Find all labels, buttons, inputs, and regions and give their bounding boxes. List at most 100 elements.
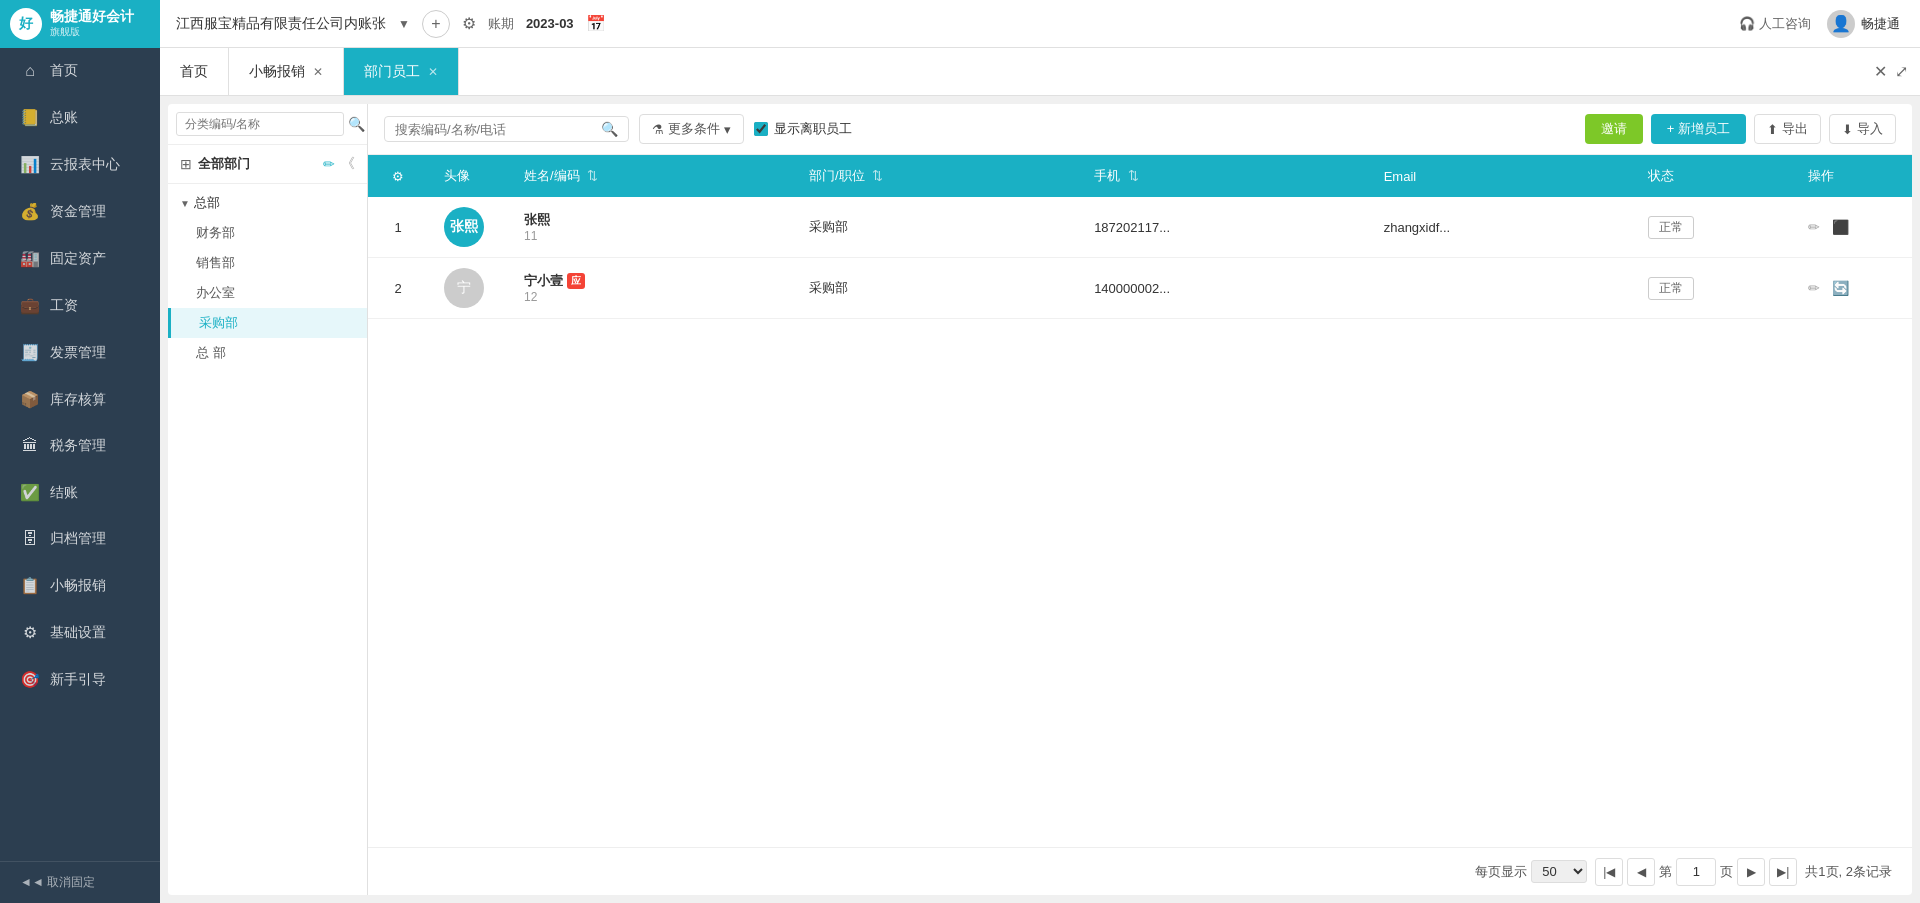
dept-item-office[interactable]: 办公室	[168, 278, 367, 308]
sidebar-item-asset[interactable]: 🏭 固定资产	[0, 235, 160, 282]
unpin-btn[interactable]: ◄◄ 取消固定	[0, 861, 160, 903]
logo-text-group: 畅捷通好会计 旗舰版	[50, 8, 134, 39]
settings-icon[interactable]: ⚙	[462, 14, 476, 33]
sidebar-item-report[interactable]: 📊 云报表中心	[0, 141, 160, 188]
dept-collapse-icon[interactable]: 《	[341, 155, 355, 173]
tab-actions: ✕ ⤢	[1874, 48, 1920, 95]
col-settings[interactable]: ⚙	[368, 155, 428, 197]
per-page-dropdown[interactable]: 10 20 50 100	[1531, 860, 1587, 883]
top-right: 🎧 人工咨询 👤 畅捷通	[1739, 10, 1920, 38]
row2-avatar-cell: 宁	[428, 258, 508, 319]
table-row: 1 张熙 张熙 11 采购部	[368, 197, 1912, 258]
sidebar-item-inventory[interactable]: 📦 库存核算	[0, 376, 160, 423]
import-btn[interactable]: ⬇ 导入	[1829, 114, 1896, 144]
edit-icon[interactable]: ✏	[1808, 280, 1820, 296]
status-badge: 正常	[1648, 277, 1694, 300]
sidebar-item-archive[interactable]: 🗄 归档管理	[0, 516, 160, 562]
service-btn[interactable]: 🎧 人工咨询	[1739, 15, 1811, 33]
export-icon: ⬆	[1767, 122, 1778, 137]
tab-employee-close[interactable]: ✕	[428, 65, 438, 79]
dept-search-input[interactable]	[176, 112, 344, 136]
col-avatar: 头像	[428, 155, 508, 197]
settle-icon: ✅	[20, 483, 40, 502]
page-input[interactable]	[1676, 858, 1716, 886]
search-input[interactable]	[395, 122, 595, 137]
sidebar-item-guide[interactable]: 🎯 新手引导	[0, 656, 160, 703]
table-toolbar: 🔍 ⚗ 更多条件 ▾ 显示离职员工 邀请 + 新增员工	[368, 104, 1912, 155]
sidebar-item-invoice[interactable]: 🧾 发票管理	[0, 329, 160, 376]
sidebar-item-fund[interactable]: 💰 资金管理	[0, 188, 160, 235]
tab-expense[interactable]: 小畅报销 ✕	[229, 48, 344, 95]
dept-search-icon[interactable]: 🔍	[348, 116, 365, 132]
next-page-btn[interactable]: ▶	[1737, 858, 1765, 886]
edit-icon[interactable]: ✏	[1808, 219, 1820, 235]
sidebar-item-home[interactable]: ⌂ 首页	[0, 48, 160, 94]
dept-item-purchase[interactable]: 采购部	[168, 308, 367, 338]
dept-edit-icon[interactable]: ✏	[323, 156, 335, 172]
search-icon[interactable]: 🔍	[601, 121, 618, 137]
prev-page-btn[interactable]: ◀	[1627, 858, 1655, 886]
dept-item-hq-label: 总 部	[196, 345, 226, 360]
tab-employee-label: 部门员工	[364, 63, 420, 81]
row1-actions: ✏ ⬛	[1792, 197, 1912, 258]
period-value: 2023-03	[526, 16, 574, 31]
sidebar-item-tax[interactable]: 🏛 税务管理	[0, 423, 160, 469]
show-resigned-label[interactable]: 显示离职员工	[754, 120, 852, 138]
add-employee-btn[interactable]: + 新增员工	[1651, 114, 1746, 144]
sidebar-item-settings[interactable]: ⚙ 基础设置	[0, 609, 160, 656]
row1-avatar-cell: 张熙	[428, 197, 508, 258]
sidebar: ⌂ 首页 📒 总账 📊 云报表中心 💰 资金管理 🏭 固定资产 💼 工资 🧾 发…	[0, 48, 160, 903]
export-btn[interactable]: ⬆ 导出	[1754, 114, 1821, 144]
inventory-icon: 📦	[20, 390, 40, 409]
sidebar-item-expense[interactable]: 📋 小畅报销	[0, 562, 160, 609]
logo-text: 畅捷通好会计	[50, 8, 134, 25]
sidebar-item-settle[interactable]: ✅ 结账	[0, 469, 160, 516]
sidebar-label-inventory: 库存核算	[50, 391, 106, 409]
sidebar-label-asset: 固定资产	[50, 250, 106, 268]
report-icon: 📊	[20, 155, 40, 174]
sidebar-label-expense: 小畅报销	[50, 577, 106, 595]
fund-icon: 💰	[20, 202, 40, 221]
delete-icon[interactable]: 🔄	[1832, 280, 1849, 296]
dept-search-area: 🔍	[168, 104, 367, 145]
dept-item-sales[interactable]: 销售部	[168, 248, 367, 278]
tab-close-window-btn[interactable]: ✕	[1874, 62, 1887, 81]
ledger-icon: 📒	[20, 108, 40, 127]
tab-home[interactable]: 首页	[160, 48, 229, 95]
row1-dept: 采购部	[793, 197, 1078, 258]
sidebar-item-ledger[interactable]: 📒 总账	[0, 94, 160, 141]
asset-icon: 🏭	[20, 249, 40, 268]
filter-btn[interactable]: ⚗ 更多条件 ▾	[639, 114, 744, 144]
tab-employee[interactable]: 部门员工 ✕	[344, 48, 459, 95]
avatar: 👤	[1827, 10, 1855, 38]
top-center: 江西服宝精品有限责任公司内账张 ▼ + ⚙ 账期 2023-03 📅	[160, 10, 1739, 38]
calendar-icon[interactable]: 📅	[586, 14, 606, 33]
logout-icon[interactable]: ⬛	[1832, 219, 1849, 235]
logo-area: 好 畅捷通好会计 旗舰版	[0, 0, 160, 48]
row2-status: 正常	[1632, 258, 1792, 319]
filter-label: 更多条件	[668, 120, 720, 138]
add-company-btn[interactable]: +	[422, 10, 450, 38]
row1-name-code: 张熙 11	[508, 197, 793, 258]
user-name: 畅捷通	[1861, 15, 1900, 33]
last-page-btn[interactable]: ▶|	[1769, 858, 1797, 886]
sidebar-label-settle: 结账	[50, 484, 78, 502]
user-area[interactable]: 👤 畅捷通	[1827, 10, 1900, 38]
tab-expand-btn[interactable]: ⤢	[1895, 62, 1908, 81]
col-dept[interactable]: 部门/职位 ⇅	[793, 155, 1078, 197]
col-name-code[interactable]: 姓名/编码 ⇅	[508, 155, 793, 197]
sidebar-item-salary[interactable]: 💼 工资	[0, 282, 160, 329]
col-phone[interactable]: 手机 ⇅	[1078, 155, 1368, 197]
dept-group-hq[interactable]: ▼ 总部	[168, 188, 367, 218]
company-dropdown-btn[interactable]: ▼	[398, 17, 410, 31]
dept-item-finance[interactable]: 财务部	[168, 218, 367, 248]
show-resigned-checkbox[interactable]	[754, 122, 768, 136]
sidebar-label-salary: 工资	[50, 297, 78, 315]
invite-btn[interactable]: 邀请	[1585, 114, 1643, 144]
sidebar-label-tax: 税务管理	[50, 437, 106, 455]
tab-bar: 首页 小畅报销 ✕ 部门员工 ✕ ✕ ⤢	[160, 48, 1920, 96]
tab-expense-close[interactable]: ✕	[313, 65, 323, 79]
first-page-btn[interactable]: |◀	[1595, 858, 1623, 886]
sidebar-label-archive: 归档管理	[50, 530, 106, 548]
dept-item-hq[interactable]: 总 部	[168, 338, 367, 368]
